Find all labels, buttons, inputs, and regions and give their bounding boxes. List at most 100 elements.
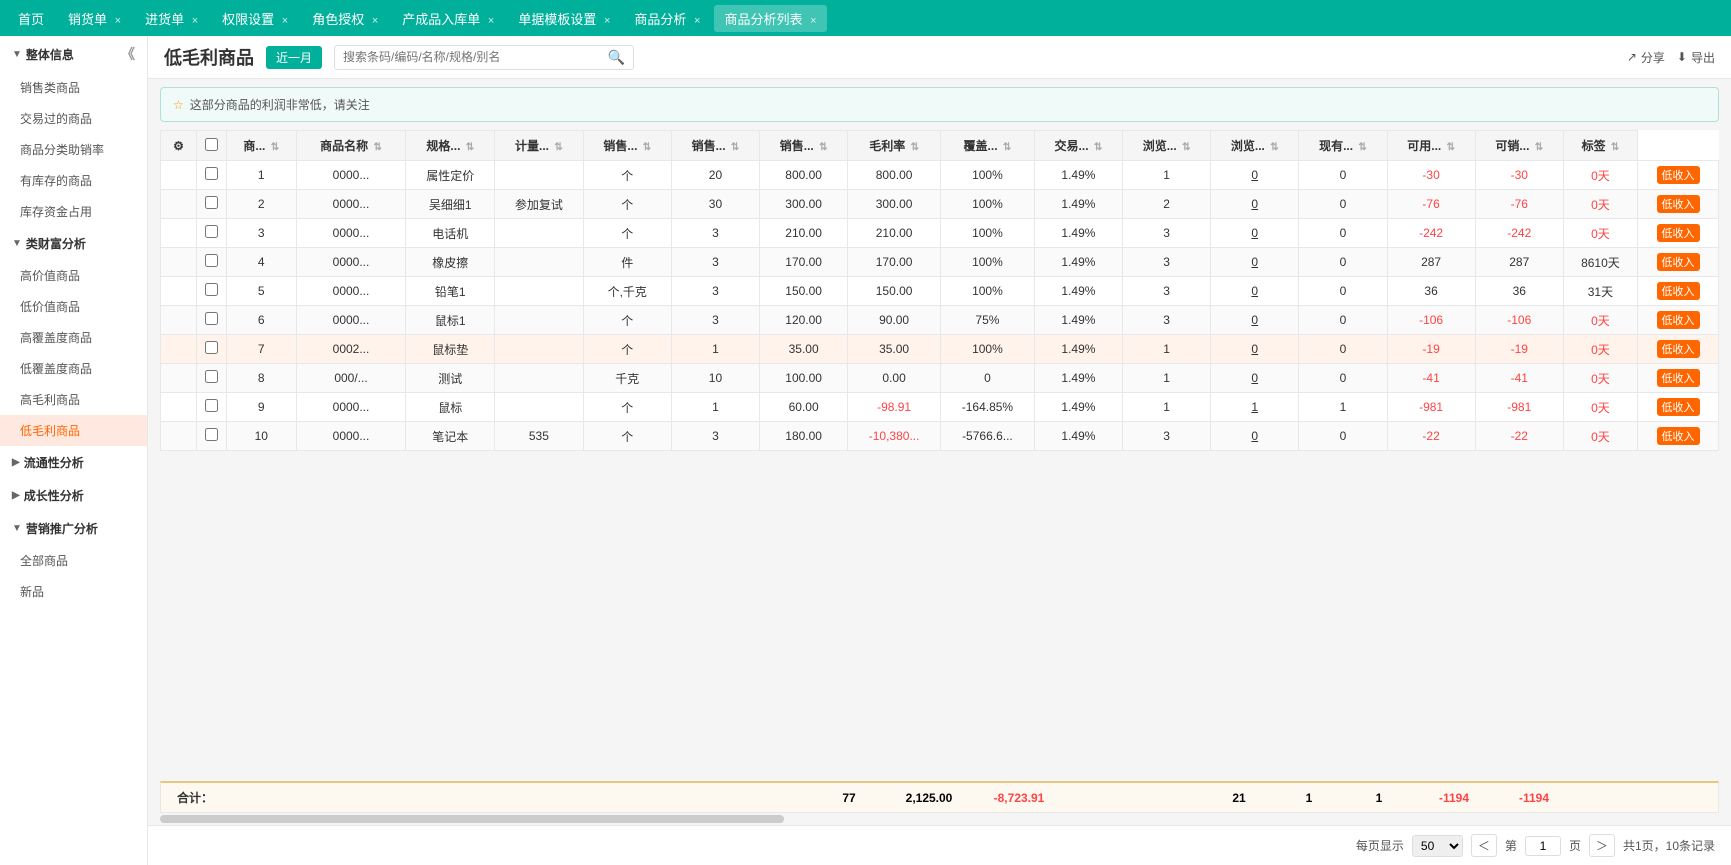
page-size-select[interactable]: 50 100 200 xyxy=(1412,835,1463,857)
nav-item-analysis[interactable]: 商品分析 × xyxy=(624,5,710,32)
close-icon[interactable]: × xyxy=(694,15,700,27)
row-checkbox[interactable] xyxy=(205,196,218,209)
sidebar-item-high-coverage[interactable]: 高覆盖度商品 xyxy=(0,322,147,353)
sidebar-item-category-rate[interactable]: 商品分类助销率 xyxy=(0,134,147,165)
col-sales-profit-header[interactable]: 销售... ⇅ xyxy=(760,131,848,161)
col-gross-margin-header[interactable]: 毛利率 ⇅ xyxy=(848,131,941,161)
col-settings-header[interactable]: ⚙ xyxy=(161,131,197,161)
col-check-cell[interactable] xyxy=(197,161,227,190)
nav-item-sales[interactable]: 销货单 × xyxy=(58,5,131,32)
col-tag-cell: 低收入 xyxy=(1638,393,1719,422)
sidebar-item-low-coverage[interactable]: 低覆盖度商品 xyxy=(0,353,147,384)
close-icon[interactable]: × xyxy=(192,15,198,27)
sidebar-item-low-margin[interactable]: 低毛利商品 xyxy=(0,415,147,446)
col-current-stock-cell: 287 xyxy=(1387,248,1475,277)
col-saleable-header[interactable]: 可销... ⇅ xyxy=(1475,131,1563,161)
sidebar-group-marketing[interactable]: ▼ 营销推广分析 xyxy=(0,512,147,545)
close-icon[interactable]: × xyxy=(282,15,288,27)
col-check-cell[interactable] xyxy=(197,190,227,219)
scrollbar-thumb[interactable] xyxy=(160,815,784,823)
search-input[interactable] xyxy=(343,50,608,64)
col-browse1-cell: 0 xyxy=(1211,335,1299,364)
browse1-link[interactable]: 1 xyxy=(1251,400,1258,414)
col-code-cell: 0000... xyxy=(296,248,406,277)
next-page-button[interactable]: ＞ xyxy=(1589,834,1615,857)
share-button[interactable]: ↗ 分享 xyxy=(1627,49,1665,66)
nav-item-products[interactable]: 产成品入库单 × xyxy=(392,5,504,32)
row-checkbox[interactable] xyxy=(205,225,218,238)
row-checkbox[interactable] xyxy=(205,167,218,180)
close-icon[interactable]: × xyxy=(115,15,121,27)
sidebar-item-high-value[interactable]: 高价值商品 xyxy=(0,260,147,291)
sidebar-item-stock-capital[interactable]: 库存资金占用 xyxy=(0,196,147,227)
nav-item-roles[interactable]: 角色授权 × xyxy=(302,5,388,32)
sidebar-item-new-goods[interactable]: 新品 xyxy=(0,576,147,607)
col-browse2-header[interactable]: 浏览... ⇅ xyxy=(1211,131,1299,161)
page-input[interactable] xyxy=(1525,836,1561,856)
col-check-cell[interactable] xyxy=(197,393,227,422)
sidebar-group-overall[interactable]: ▼ 整体信息 《 xyxy=(0,36,147,72)
col-code-header[interactable]: 商... ⇅ xyxy=(227,131,297,161)
search-icon[interactable]: 🔍 xyxy=(608,49,625,66)
col-current-stock-header[interactable]: 现有... ⇅ xyxy=(1299,131,1387,161)
row-checkbox[interactable] xyxy=(205,341,218,354)
col-check-header[interactable] xyxy=(197,131,227,161)
sidebar-group-growth[interactable]: ▶ 成长性分析 xyxy=(0,479,147,512)
row-checkbox[interactable] xyxy=(205,428,218,441)
nav-item-templates[interactable]: 单据模板设置 × xyxy=(508,5,620,32)
col-check-cell[interactable] xyxy=(197,277,227,306)
col-check-cell[interactable] xyxy=(197,248,227,277)
col-spec-cell xyxy=(495,364,584,393)
col-current-stock-cell: -242 xyxy=(1387,219,1475,248)
sidebar-group-circulation[interactable]: ▶ 流通性分析 xyxy=(0,446,147,479)
col-check-cell[interactable] xyxy=(197,422,227,451)
collapse-icon[interactable]: 《 xyxy=(121,44,135,64)
sidebar-item-all-goods[interactable]: 全部商品 xyxy=(0,545,147,576)
table-container[interactable]: ⚙ 商... ⇅ 商品名称 ⇅ 规格... ⇅ 计量... ⇅ 销售... ⇅ … xyxy=(160,130,1719,781)
col-browse1-cell[interactable]: 1 xyxy=(1211,393,1299,422)
col-trade-header[interactable]: 交易... ⇅ xyxy=(1034,131,1122,161)
sidebar-group-wealth[interactable]: ▼ 类财富分析 xyxy=(0,227,147,260)
col-unit-cell: 个 xyxy=(583,161,671,190)
row-checkbox[interactable] xyxy=(205,254,218,267)
col-check-cell[interactable] xyxy=(197,335,227,364)
col-unit-header[interactable]: 计量... ⇅ xyxy=(495,131,584,161)
sidebar-item-high-margin[interactable]: 高毛利商品 xyxy=(0,384,147,415)
row-checkbox[interactable] xyxy=(205,399,218,412)
export-button[interactable]: ⬇ 导出 xyxy=(1677,49,1715,66)
nav-item-purchase[interactable]: 进货单 × xyxy=(135,5,208,32)
col-browse1-header[interactable]: 浏览... ⇅ xyxy=(1123,131,1211,161)
nav-item-permissions[interactable]: 权限设置 × xyxy=(212,5,298,32)
col-sales-price-header[interactable]: 销售... ⇅ xyxy=(671,131,759,161)
sidebar-item-sales-goods[interactable]: 销售类商品 xyxy=(0,72,147,103)
close-icon[interactable]: × xyxy=(372,15,378,27)
close-icon[interactable]: × xyxy=(810,15,816,27)
select-all-checkbox[interactable] xyxy=(205,138,218,151)
col-sales-qty-header[interactable]: 销售... ⇅ xyxy=(583,131,671,161)
col-check-cell[interactable] xyxy=(197,364,227,393)
nav-item-analysis-list[interactable]: 商品分析列表 × xyxy=(714,5,826,32)
row-checkbox[interactable] xyxy=(205,312,218,325)
col-settings-cell xyxy=(161,393,197,422)
nav-item-home[interactable]: 首页 xyxy=(8,5,54,32)
chevron-right-icon: ▶ xyxy=(12,457,20,468)
close-icon[interactable]: × xyxy=(604,15,610,27)
col-spec-header[interactable]: 规格... ⇅ xyxy=(406,131,495,161)
col-tag-header[interactable]: 标签 ⇅ xyxy=(1563,131,1637,161)
col-name-header[interactable]: 商品名称 ⇅ xyxy=(296,131,406,161)
horizontal-scrollbar[interactable] xyxy=(160,813,1719,825)
row-checkbox[interactable] xyxy=(205,283,218,296)
sidebar-item-traded-goods[interactable]: 交易过的商品 xyxy=(0,103,147,134)
col-check-cell[interactable] xyxy=(197,306,227,335)
col-available-header[interactable]: 可用... ⇅ xyxy=(1387,131,1475,161)
col-coverage-header[interactable]: 覆盖... ⇅ xyxy=(941,131,1035,161)
date-filter-button[interactable]: 近一月 xyxy=(266,46,322,69)
prev-page-button[interactable]: ＜ xyxy=(1471,834,1497,857)
col-check-cell[interactable] xyxy=(197,219,227,248)
row-checkbox[interactable] xyxy=(205,370,218,383)
sidebar-item-low-value[interactable]: 低价值商品 xyxy=(0,291,147,322)
col-tag-cell: 低收入 xyxy=(1638,248,1719,277)
col-code-cell: 000/... xyxy=(296,364,406,393)
sidebar-item-stock-goods[interactable]: 有库存的商品 xyxy=(0,165,147,196)
close-icon[interactable]: × xyxy=(488,15,494,27)
